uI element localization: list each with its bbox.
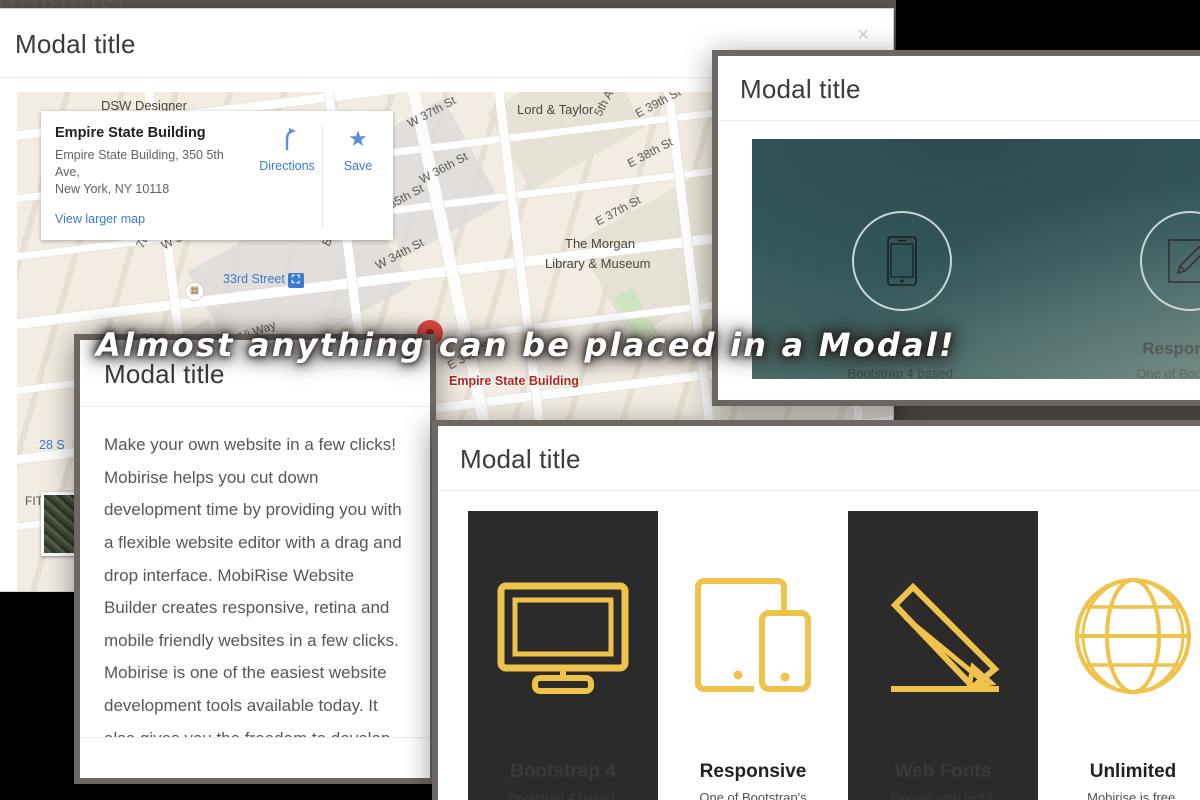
place-name: Empire State Building	[55, 125, 206, 141]
directions-icon-svg	[285, 128, 296, 150]
pencil-icon-svg	[890, 582, 1000, 692]
cards-modal-body: Bootstrap 4 Bootstrap 4 based. Responsiv…	[438, 491, 1200, 800]
transit-name: 33rd Street	[223, 272, 285, 286]
black-region	[0, 592, 78, 800]
tablet-phone-icon	[658, 511, 848, 761]
directions-button[interactable]: Directions	[252, 125, 322, 228]
card-subtitle: Bootstrap 4 based.	[508, 790, 618, 800]
text-modal-body: Make your own website in a few clicks! M…	[80, 407, 430, 737]
directions-icon	[252, 127, 322, 155]
map-pin-label: Empire State Building	[449, 374, 579, 388]
card-subtitle: One of Bootstrap's	[699, 790, 807, 800]
page-title: Modal title	[740, 74, 861, 104]
card-title: Unlimited	[1089, 761, 1177, 782]
card-bootstrap4[interactable]: Bootstrap 4 Bootstrap 4 based.	[468, 511, 658, 800]
close-icon[interactable]: ×	[849, 21, 877, 49]
pencil-square-icon	[1140, 211, 1200, 311]
map-label: Library & Museum	[545, 256, 651, 271]
feature-subtitle: One of Bootstrap's	[1136, 366, 1200, 379]
card-title: Responsive	[699, 761, 807, 782]
black-region	[896, 0, 902, 50]
screen: MOBIRISE MOBIRISE MOBIRISE MOBIRISE MOBI…	[0, 0, 1200, 800]
card-subtitle: Mobirise is free.	[1087, 790, 1179, 800]
monitor-icon-svg	[497, 582, 629, 694]
directions-label: Directions	[259, 159, 315, 173]
cards-modal[interactable]: Modal title Bootstrap 4 Bootstrap 4 base…	[432, 420, 1200, 800]
overlay-caption: Almost anything can be placed in a Modal…	[96, 326, 956, 364]
place-address-line-1: Empire State Building, 350 5th Ave,	[55, 148, 224, 179]
text-modal[interactable]: Modal title Make your own website in a f…	[74, 334, 436, 784]
card-responsive[interactable]: Responsive One of Bootstrap's	[658, 511, 848, 800]
feature-subtitle: Bootstrap 4 based.	[847, 366, 957, 379]
black-region	[900, 0, 1200, 50]
card-title: Bootstrap 4	[510, 761, 616, 782]
bus-badge: ⛶	[287, 273, 304, 288]
place-info-card[interactable]: Empire State Building Empire State Build…	[41, 111, 393, 240]
feature-responsive[interactable]: Responsive One of Bootstrap's	[1100, 211, 1200, 379]
card-unlimited[interactable]: Unlimited Mobirise is free.	[1038, 511, 1200, 800]
card-web-fonts[interactable]: Web Fonts Google web highl.	[848, 511, 1038, 800]
star-icon: ★	[348, 126, 368, 151]
globe-icon	[1038, 511, 1200, 761]
feature-title: Responsive	[1142, 339, 1200, 358]
museum-poi-icon: ▦	[185, 282, 204, 301]
map-label: Lord & Taylor	[517, 102, 594, 117]
body-paragraph: Make your own website in a few clicks! M…	[104, 435, 402, 737]
page-title: Modal title	[104, 359, 225, 389]
save-button[interactable]: ★ Save	[322, 125, 393, 228]
map-label: 28 S	[39, 438, 65, 452]
card-subtitle: Google web highl.	[890, 790, 996, 800]
place-address-line-2: New York, NY 10118	[55, 181, 170, 196]
map-label: The Morgan	[565, 236, 636, 251]
page-title: Modal title	[460, 444, 581, 474]
view-larger-map-link[interactable]: View larger map	[55, 212, 145, 226]
tablet-phone-icon-svg	[695, 578, 811, 692]
transit-label-33rd-street[interactable]: 33rd Street ⛶	[223, 272, 304, 288]
feature-cards: Bootstrap 4 Bootstrap 4 based. Responsiv…	[468, 511, 1200, 800]
monitor-icon	[468, 511, 658, 761]
mobile-phone-icon	[852, 211, 952, 311]
text-modal-footer	[80, 737, 430, 778]
globe-icon-svg	[1075, 578, 1191, 694]
mobile-phone-icon-svg	[887, 236, 917, 286]
cards-modal-header: Modal title	[438, 426, 1200, 491]
save-label: Save	[343, 159, 373, 173]
photo-modal-header: Modal title	[718, 56, 1200, 121]
pencil-icon	[848, 511, 1038, 761]
card-title: Web Fonts	[894, 761, 992, 782]
pencil-square-icon-svg	[1168, 239, 1200, 283]
